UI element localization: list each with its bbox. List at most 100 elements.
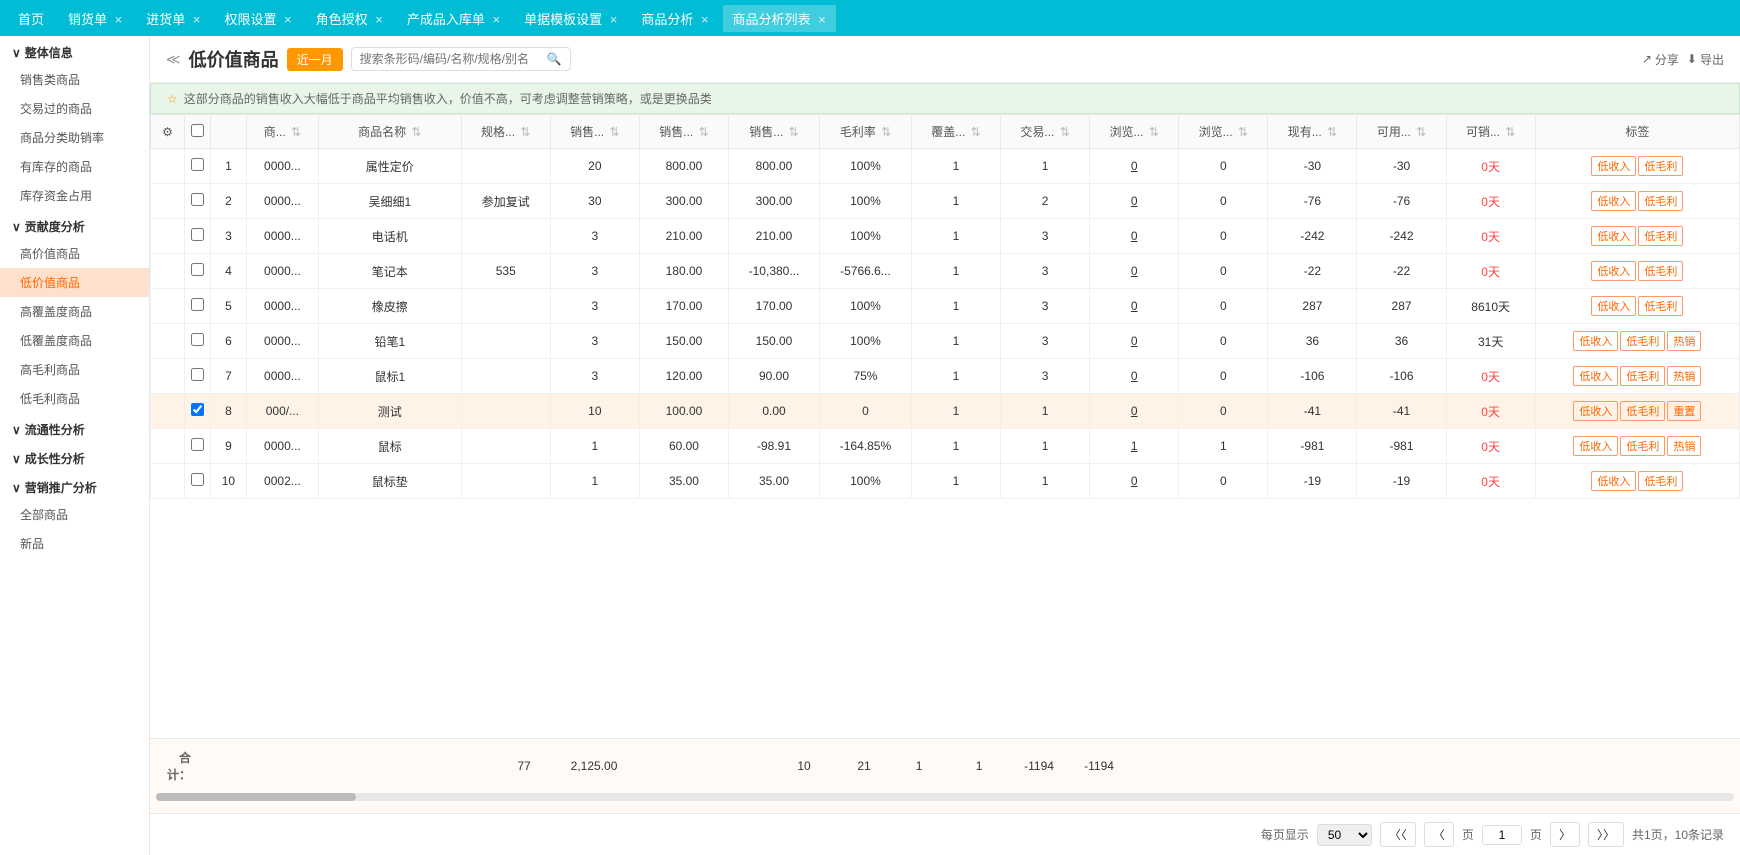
row-checkbox[interactable] (191, 228, 204, 241)
nav-template[interactable]: 单据模板设置 × (514, 5, 627, 32)
nav-product-entry-close[interactable]: × (493, 12, 501, 27)
next-page-btn[interactable]: 〉 (1550, 822, 1580, 847)
col-sales-price[interactable]: 销售... ⇅ (639, 115, 728, 149)
col-gross-margin[interactable]: 毛利率 ⇅ (819, 115, 911, 149)
col-browse1[interactable]: 浏览... ⇅ (1090, 115, 1179, 149)
sidebar-section-overall[interactable]: ∨ 整体信息 (0, 36, 149, 65)
sidebar-item-low-margin[interactable]: 低毛利商品 (0, 384, 149, 413)
row-browse1[interactable]: 0 (1090, 289, 1179, 324)
sidebar-item-high-coverage[interactable]: 高覆盖度商品 (0, 297, 149, 326)
filter-period-btn[interactable]: 近一月 (287, 48, 343, 71)
row-browse1[interactable]: 0 (1090, 324, 1179, 359)
sidebar-item-traded-products[interactable]: 交易过的商品 (0, 94, 149, 123)
table-container[interactable]: ⚙ 商... ⇅ 商品名称 ⇅ 规格... ⇅ 销售... ⇅ 销售... ⇅ … (150, 114, 1740, 738)
horizontal-scrollbar[interactable] (156, 793, 1734, 801)
nav-permissions[interactable]: 权限设置 × (214, 5, 301, 32)
row-browse1[interactable]: 0 (1090, 359, 1179, 394)
settings-icon[interactable]: ⚙ (162, 125, 173, 139)
share-btn[interactable]: ↗ 分享 (1642, 51, 1679, 68)
browse-link[interactable]: 0 (1131, 229, 1138, 243)
row-checkbox[interactable] (191, 333, 204, 346)
browse-link[interactable]: 0 (1131, 159, 1138, 173)
search-icon[interactable]: 🔍 (547, 52, 562, 66)
row-checkbox[interactable] (191, 298, 204, 311)
nav-product-analysis-list-close[interactable]: × (818, 12, 826, 27)
nav-roles[interactable]: 角色授权 × (306, 5, 393, 32)
col-spec[interactable]: 规格... ⇅ (461, 115, 550, 149)
sidebar-item-category-sales-rate[interactable]: 商品分类助销率 (0, 123, 149, 152)
col-name[interactable]: 商品名称 ⇅ (318, 115, 461, 149)
nav-purchase-close[interactable]: × (193, 12, 201, 27)
sidebar-section-growth[interactable]: ∨ 成长性分析 (0, 442, 149, 471)
sidebar-item-high-margin[interactable]: 高毛利商品 (0, 355, 149, 384)
row-checkbox[interactable] (191, 473, 204, 486)
row-checkbox-cell[interactable] (184, 149, 210, 184)
nav-roles-close[interactable]: × (375, 12, 383, 27)
browse-link[interactable]: 1 (1131, 439, 1138, 453)
browse-link[interactable]: 0 (1131, 369, 1138, 383)
col-transaction[interactable]: 交易... ⇅ (1001, 115, 1090, 149)
row-checkbox-cell[interactable] (184, 289, 210, 324)
row-browse1[interactable]: 0 (1090, 254, 1179, 289)
row-browse1[interactable]: 0 (1090, 219, 1179, 254)
search-input[interactable] (360, 52, 543, 66)
select-all-checkbox[interactable] (191, 124, 204, 137)
row-browse1[interactable]: 0 (1090, 394, 1179, 429)
nav-product-analysis-close[interactable]: × (701, 12, 709, 27)
nav-product-analysis[interactable]: 商品分析 × (631, 5, 718, 32)
row-checkbox-cell[interactable] (184, 324, 210, 359)
col-saleable[interactable]: 可销... ⇅ (1446, 115, 1535, 149)
sidebar-item-inventory-capital[interactable]: 库存资金占用 (0, 181, 149, 210)
browse-link[interactable]: 0 (1131, 474, 1138, 488)
first-page-btn[interactable]: 〈〈 (1380, 822, 1416, 847)
nav-sales-close[interactable]: × (115, 12, 123, 27)
sidebar-item-high-value[interactable]: 高价值商品 (0, 239, 149, 268)
sidebar-item-all-products[interactable]: 全部商品 (0, 500, 149, 529)
col-code[interactable]: 商... ⇅ (246, 115, 318, 149)
col-browse2[interactable]: 浏览... ⇅ (1179, 115, 1268, 149)
col-available[interactable]: 可用... ⇅ (1357, 115, 1446, 149)
sidebar-item-low-value[interactable]: 低价值商品 (0, 268, 149, 297)
row-checkbox[interactable] (191, 263, 204, 276)
sidebar-section-contribution[interactable]: ∨ 贡献度分析 (0, 210, 149, 239)
row-checkbox[interactable] (191, 403, 204, 416)
nav-sales[interactable]: 销货单 × (58, 5, 132, 32)
row-checkbox-cell[interactable] (184, 394, 210, 429)
sidebar-item-sales-products[interactable]: 销售类商品 (0, 65, 149, 94)
row-checkbox-cell[interactable] (184, 429, 210, 464)
col-coverage[interactable]: 覆盖... ⇅ (911, 115, 1000, 149)
row-browse1[interactable]: 0 (1090, 464, 1179, 499)
sidebar-item-low-coverage[interactable]: 低覆盖度商品 (0, 326, 149, 355)
row-checkbox-cell[interactable] (184, 464, 210, 499)
col-settings[interactable]: ⚙ (151, 115, 185, 149)
row-checkbox-cell[interactable] (184, 359, 210, 394)
sidebar-section-flow[interactable]: ∨ 流通性分析 (0, 413, 149, 442)
export-btn[interactable]: ⬇ 导出 (1687, 51, 1724, 68)
page-size-select[interactable]: 50 100 200 (1317, 824, 1372, 846)
row-checkbox[interactable] (191, 193, 204, 206)
browse-link[interactable]: 0 (1131, 194, 1138, 208)
prev-page-btn[interactable]: 〈 (1424, 822, 1454, 847)
browse-link[interactable]: 0 (1131, 264, 1138, 278)
nav-product-entry[interactable]: 产成品入库单 × (397, 5, 510, 32)
page-input[interactable] (1482, 825, 1522, 845)
row-browse1[interactable]: 0 (1090, 149, 1179, 184)
nav-purchase[interactable]: 进货单 × (136, 5, 210, 32)
sidebar-item-stock-products[interactable]: 有库存的商品 (0, 152, 149, 181)
nav-home[interactable]: 首页 (8, 5, 54, 32)
row-checkbox-cell[interactable] (184, 184, 210, 219)
row-checkbox[interactable] (191, 438, 204, 451)
browse-link[interactable]: 0 (1131, 404, 1138, 418)
col-sales-qty[interactable]: 销售... ⇅ (550, 115, 639, 149)
sidebar-section-marketing[interactable]: ∨ 营销推广分析 (0, 471, 149, 500)
nav-product-analysis-list[interactable]: 商品分析列表 × (723, 5, 836, 32)
row-browse1[interactable]: 1 (1090, 429, 1179, 464)
nav-permissions-close[interactable]: × (284, 12, 292, 27)
col-current[interactable]: 现有... ⇅ (1268, 115, 1357, 149)
row-checkbox[interactable] (191, 158, 204, 171)
row-browse1[interactable]: 0 (1090, 184, 1179, 219)
row-checkbox[interactable] (191, 368, 204, 381)
col-checkbox[interactable] (184, 115, 210, 149)
row-checkbox-cell[interactable] (184, 254, 210, 289)
browse-link[interactable]: 0 (1131, 334, 1138, 348)
